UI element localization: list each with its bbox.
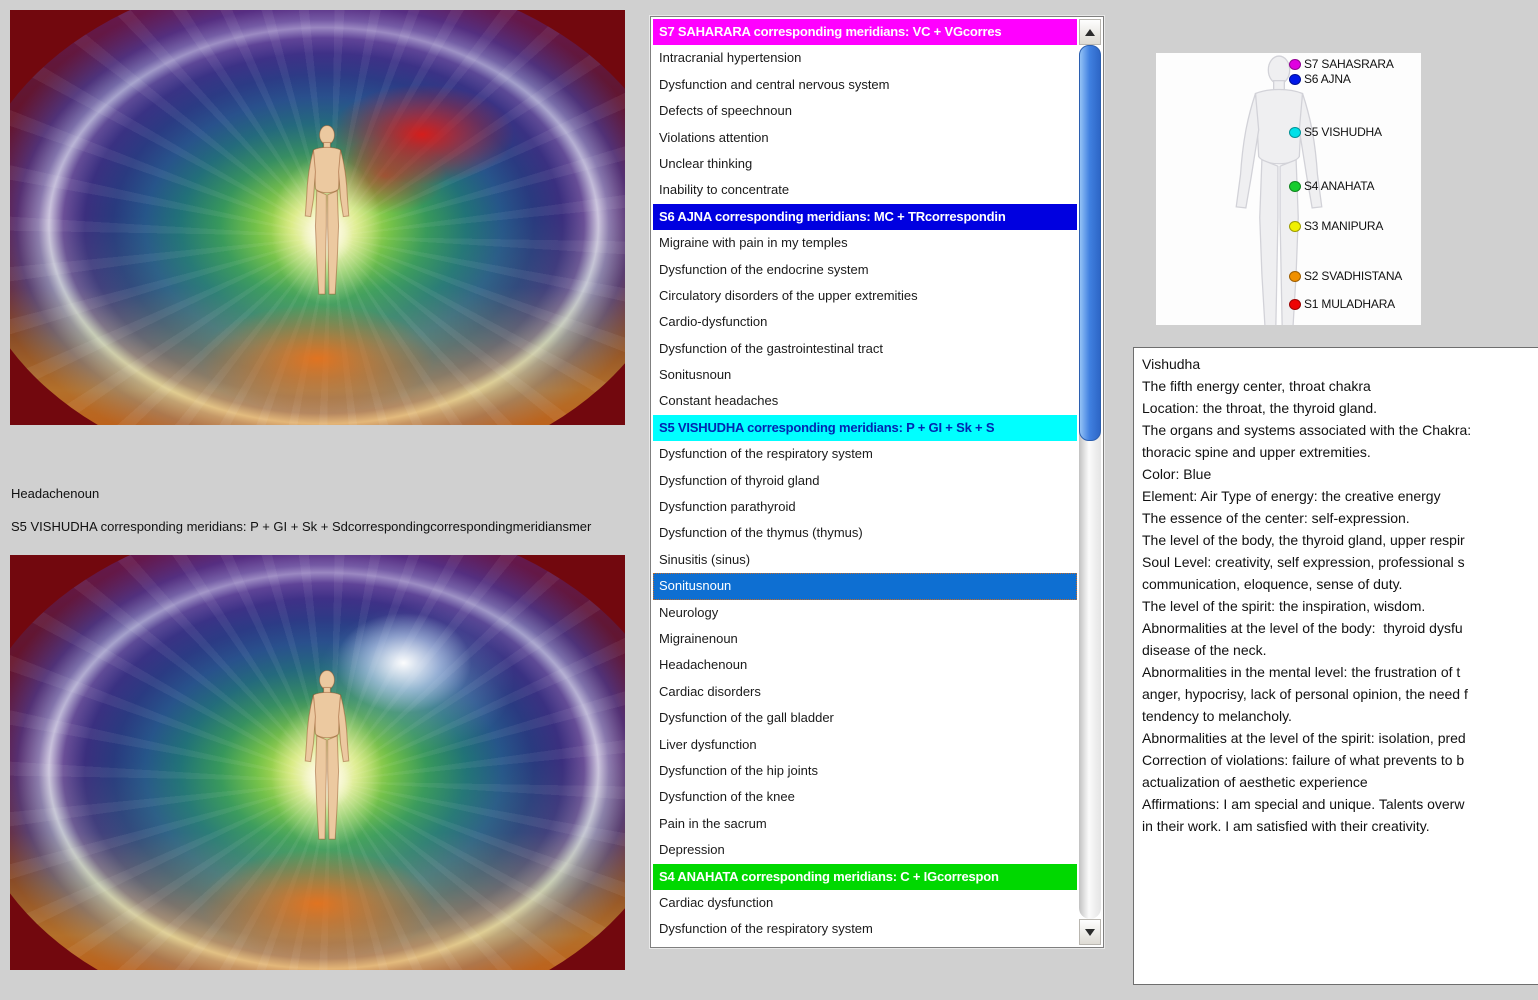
list-item[interactable]: Sonitusnoun [653, 362, 1077, 388]
person-figure-icon [304, 670, 350, 841]
chakra-description-panel: Vishudha The fifth energy center, throat… [1133, 347, 1538, 985]
list-item[interactable]: Headachenoun [653, 652, 1077, 678]
chakra-point: S2 SVADHISTANA [1289, 269, 1403, 283]
list-section-header[interactable]: S7 SAHARARA corresponding meridians: VC … [653, 19, 1077, 46]
list-item[interactable]: Dysfunction and central nervous system [653, 72, 1077, 98]
chakra-point: S6 AJNA [1289, 72, 1351, 86]
chakra-dot-icon [1289, 73, 1301, 85]
list-item[interactable]: Dysfunction of the respiratory system [653, 916, 1077, 942]
list-item[interactable]: Migraine with pain in my temples [653, 230, 1077, 256]
chakra-label: S5 VISHUDHA [1304, 125, 1382, 139]
list-item[interactable]: Intracranial hypertension [653, 45, 1077, 71]
list-section-header[interactable]: S5 VISHUDHA corresponding meridians: P +… [653, 414, 1077, 442]
chakra-label: S2 SVADHISTANA [1304, 269, 1403, 283]
triangle-up-icon [1085, 28, 1095, 36]
list-item[interactable]: Cardiac disorders [653, 679, 1077, 705]
scroll-down-button[interactable] [1079, 919, 1101, 945]
list-section-header[interactable]: S6 AJNA corresponding meridians: MC + TR… [653, 203, 1077, 231]
chakra-dot-icon [1289, 58, 1301, 70]
body-map-panel: S7 SAHASRARA S6 AJNA S5 VISHUDHA S4 ANAHATA… [1156, 53, 1421, 325]
chakra-label: S7 SAHASRARA [1304, 57, 1394, 71]
list-item[interactable]: Defects of speechnoun [653, 98, 1077, 124]
aura-image-bottom [10, 555, 625, 970]
scrollbar-track[interactable] [1079, 45, 1101, 919]
symptom-listbox[interactable]: S7 SAHARARA corresponding meridians: VC … [650, 16, 1104, 948]
aura-image-top [10, 10, 625, 425]
person-figure-icon [304, 125, 350, 296]
list-item[interactable]: Sonitusnoun [653, 573, 1077, 600]
list-item[interactable]: Dysfunction of the hip joints [653, 758, 1077, 784]
list-item[interactable]: Dysfunction of the gall bladder [653, 705, 1077, 731]
list-item[interactable]: Circulatory disorders of the upper extre… [653, 283, 1077, 309]
list-item[interactable]: Cardio-dysfunction [653, 309, 1077, 335]
chakra-label: S3 MANIPURA [1304, 219, 1384, 233]
symptom-list-rows: S7 SAHARARA corresponding meridians: VC … [653, 19, 1077, 945]
list-item[interactable]: Dysfunction parathyroid [653, 494, 1077, 520]
list-item[interactable]: Constant headaches [653, 388, 1077, 414]
list-item[interactable]: Dysfunction of the gastrointestinal trac… [653, 336, 1077, 362]
list-item[interactable]: Dysfunction of thyroid gland [653, 468, 1077, 494]
chakra-label: S4 ANAHATA [1304, 179, 1375, 193]
chakra-point: S7 SAHASRARA [1289, 57, 1394, 71]
list-item[interactable]: Sinusitis (sinus) [653, 547, 1077, 573]
list-item[interactable]: Depression [653, 837, 1077, 863]
chakra-dot-icon [1289, 298, 1301, 310]
chakra-point: S4 ANAHATA [1289, 179, 1375, 193]
list-item[interactable]: Dysfunction of the endocrine system [653, 257, 1077, 283]
list-item[interactable]: Dysfunction of the knee [653, 784, 1077, 810]
list-scrollbar[interactable] [1079, 19, 1101, 945]
chakra-point: S3 MANIPURA [1289, 219, 1384, 233]
application-window: Headachenoun S5 VISHUDHA corresponding m… [0, 0, 1538, 1000]
list-item[interactable]: Inability to concentrate [653, 177, 1077, 203]
triangle-down-icon [1085, 928, 1095, 936]
chakra-label: S6 AJNA [1304, 72, 1351, 86]
chakra-dot-icon [1289, 126, 1301, 138]
chakra-dot-icon [1289, 270, 1301, 282]
list-item[interactable]: Migrainenoun [653, 626, 1077, 652]
list-section-header[interactable]: S4 ANAHATA corresponding meridians: C + … [653, 863, 1077, 890]
list-item[interactable]: Dysfunction of the thymus (thymus) [653, 520, 1077, 546]
scrollbar-thumb[interactable] [1079, 45, 1101, 441]
chakra-description-text: Vishudha The fifth energy center, throat… [1142, 356, 1472, 834]
chakra-dot-icon [1289, 220, 1301, 232]
chakra-point: S5 VISHUDHA [1289, 125, 1382, 139]
selected-section-caption: S5 VISHUDHA corresponding meridians: P +… [11, 519, 592, 534]
chakra-label: S1 MULADHARA [1304, 297, 1395, 311]
list-item[interactable]: Dysfunction of the respiratory system [653, 441, 1077, 467]
list-item[interactable]: Pain in the sacrum [653, 811, 1077, 837]
selected-symptom-caption: Headachenoun [11, 486, 100, 501]
list-item[interactable]: Cardiac dysfunction [653, 890, 1077, 916]
chakra-dot-icon [1289, 180, 1301, 192]
scroll-up-button[interactable] [1079, 19, 1101, 45]
list-item[interactable]: Liver dysfunction [653, 732, 1077, 758]
list-item[interactable]: Violations attention [653, 125, 1077, 151]
list-item[interactable]: Unclear thinking [653, 151, 1077, 177]
chakra-point: S1 MULADHARA [1289, 297, 1395, 311]
list-item[interactable]: Neurology [653, 600, 1077, 626]
